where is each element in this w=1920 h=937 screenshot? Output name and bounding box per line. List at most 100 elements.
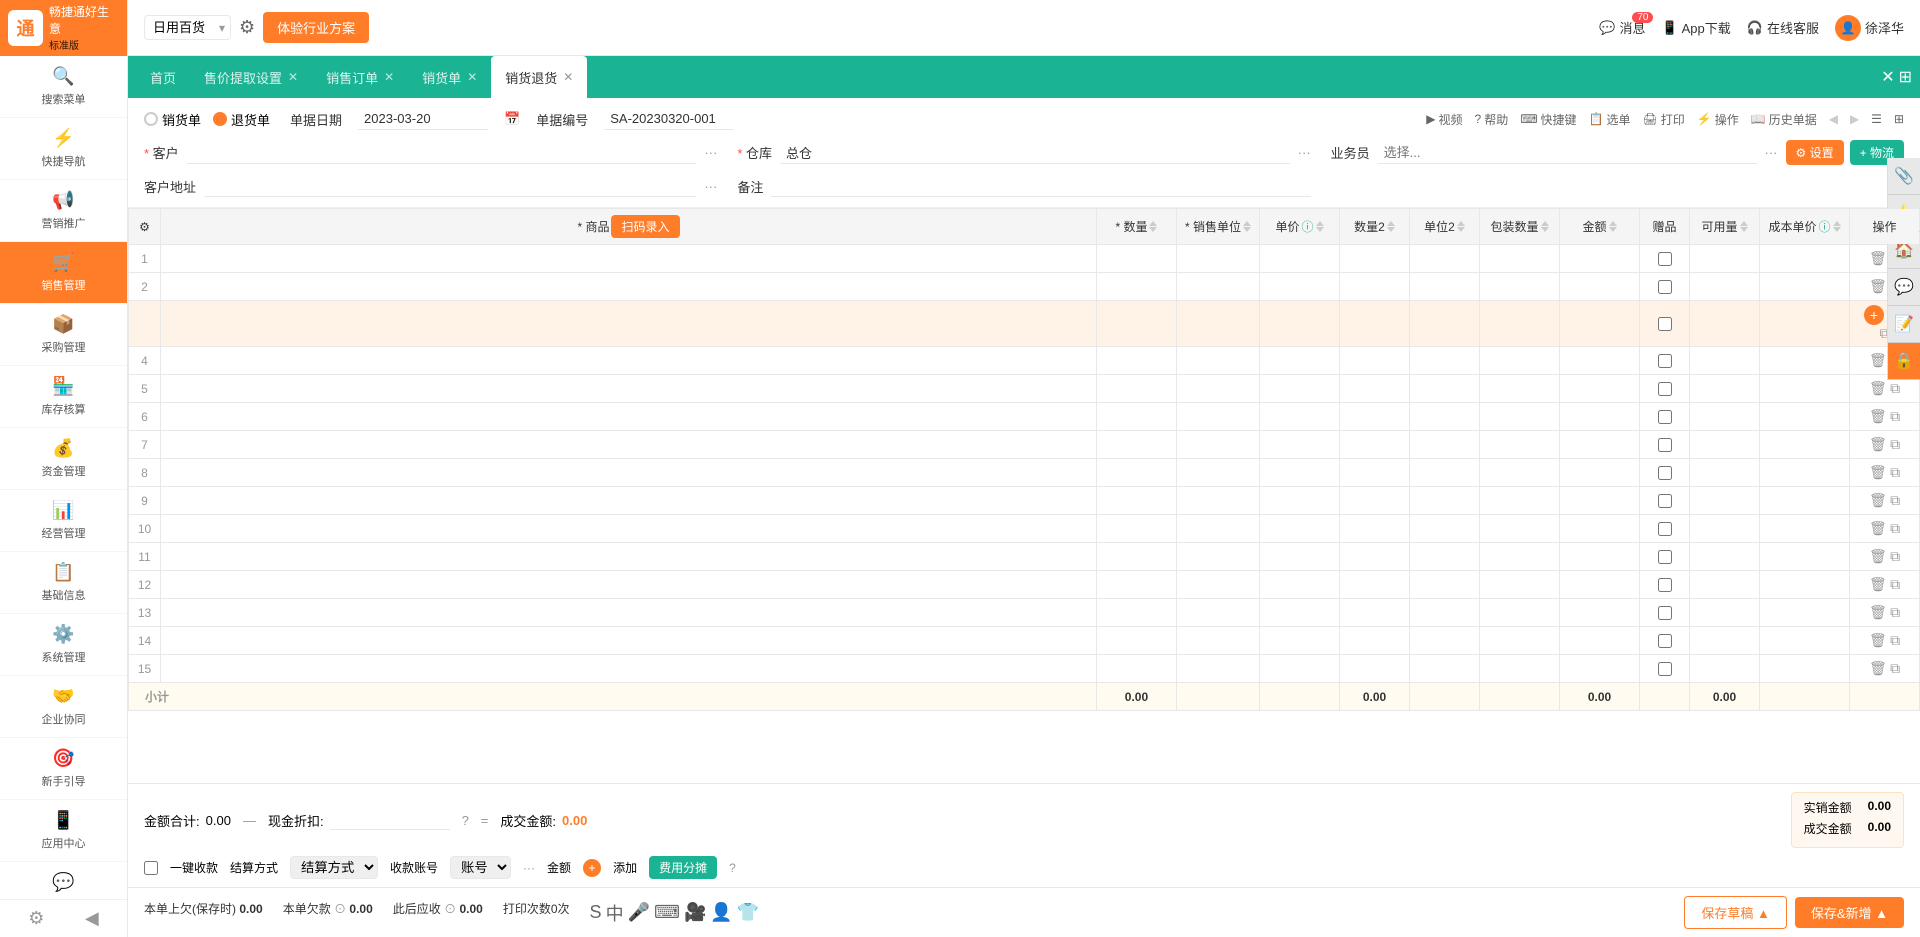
float-btn-5[interactable]: 📝 <box>1888 306 1920 343</box>
cell-unit2-3[interactable] <box>1410 301 1480 347</box>
copy-btn-5[interactable]: ⧉ <box>1890 380 1900 397</box>
cell-unit2-4[interactable] <box>1410 347 1480 375</box>
cell-cost-11[interactable] <box>1760 543 1850 571</box>
gift-checkbox-4[interactable] <box>1658 354 1672 368</box>
cell-avail-11[interactable] <box>1690 543 1760 571</box>
mic-btn[interactable]: 🎤 <box>628 902 650 923</box>
cell-unit2-6[interactable] <box>1410 403 1480 431</box>
cell-amount-6[interactable] <box>1560 403 1640 431</box>
cell-price-12[interactable] <box>1260 571 1340 599</box>
cell-unit-5[interactable] <box>1176 375 1259 403</box>
gift-checkbox-14[interactable] <box>1658 634 1672 648</box>
delete-btn-1[interactable]: 🗑 <box>1869 250 1887 267</box>
sidebar-collapse-btn[interactable]: ◀ <box>85 908 99 929</box>
copy-btn-10[interactable]: ⧉ <box>1890 520 1900 537</box>
add-row-btn-3[interactable]: + <box>1864 305 1884 325</box>
cell-qty2-4[interactable] <box>1340 347 1410 375</box>
cell-pack-14[interactable] <box>1480 627 1560 655</box>
cell-product-1[interactable] <box>161 245 1097 273</box>
cell-gift-5[interactable] <box>1640 375 1690 403</box>
message-badge[interactable]: 💬 消息 70 <box>1599 18 1645 37</box>
cell-unit-10[interactable] <box>1176 515 1259 543</box>
cell-unit2-10[interactable] <box>1410 515 1480 543</box>
cell-avail-6[interactable] <box>1690 403 1760 431</box>
cell-price-5[interactable] <box>1260 375 1340 403</box>
cost-info-icon[interactable]: ⓘ <box>1819 218 1831 235</box>
cell-qty2-12[interactable] <box>1340 571 1410 599</box>
gift-checkbox-12[interactable] <box>1658 578 1672 592</box>
cell-qty2-14[interactable] <box>1340 627 1410 655</box>
cell-unit2-5[interactable] <box>1410 375 1480 403</box>
cell-unit2-15[interactable] <box>1410 655 1480 683</box>
cell-gift-13[interactable] <box>1640 599 1690 627</box>
remark-input[interactable] <box>771 175 1310 197</box>
user-pin-btn[interactable]: 👤 <box>710 902 732 923</box>
cell-qty2-1[interactable] <box>1340 245 1410 273</box>
cell-pack-8[interactable] <box>1480 459 1560 487</box>
cell-qty2-8[interactable] <box>1340 459 1410 487</box>
delete-btn-8[interactable]: 🗑 <box>1869 464 1887 481</box>
cell-unit2-11[interactable] <box>1410 543 1480 571</box>
discount-input[interactable] <box>330 810 450 830</box>
radio-return[interactable]: 退货单 <box>213 110 270 129</box>
tab-sales-order-close[interactable]: ✕ <box>384 70 394 84</box>
cell-qty2-9[interactable] <box>1340 487 1410 515</box>
scan-btn[interactable]: 扫码录入 <box>611 215 679 238</box>
add-btn[interactable]: + <box>583 859 601 877</box>
sidebar-item-inventory[interactable]: 🏪 库存核算 <box>0 366 127 428</box>
tab-delivery-close[interactable]: ✕ <box>467 70 477 84</box>
gift-checkbox-2[interactable] <box>1658 280 1672 294</box>
cell-unit-4[interactable] <box>1176 347 1259 375</box>
cell-qty-5[interactable] <box>1096 375 1176 403</box>
cell-avail-15[interactable] <box>1690 655 1760 683</box>
cell-price-14[interactable] <box>1260 627 1340 655</box>
cell-avail-7[interactable] <box>1690 431 1760 459</box>
copy-btn-8[interactable]: ⧉ <box>1890 464 1900 481</box>
gift-checkbox-9[interactable] <box>1658 494 1672 508</box>
calc-method-select[interactable]: 结算方式 <box>290 856 378 879</box>
cell-product-10[interactable] <box>161 515 1097 543</box>
delete-btn-7[interactable]: 🗑 <box>1869 436 1887 453</box>
cell-avail-13[interactable] <box>1690 599 1760 627</box>
cell-cost-9[interactable] <box>1760 487 1850 515</box>
cell-unit-6[interactable] <box>1176 403 1259 431</box>
cell-qty-12[interactable] <box>1096 571 1176 599</box>
cell-pack-11[interactable] <box>1480 543 1560 571</box>
sidebar-item-operation[interactable]: 📊 经营管理 <box>0 490 127 552</box>
sidebar-item-guide[interactable]: 🎯 新手引导 <box>0 738 127 800</box>
cell-price-11[interactable] <box>1260 543 1340 571</box>
gift-checkbox-6[interactable] <box>1658 410 1672 424</box>
cell-gift-15[interactable] <box>1640 655 1690 683</box>
delete-btn-2[interactable]: 🗑 <box>1869 278 1887 295</box>
cell-product-14[interactable] <box>161 627 1097 655</box>
cell-avail-4[interactable] <box>1690 347 1760 375</box>
cell-gift-4[interactable] <box>1640 347 1690 375</box>
cell-amount-8[interactable] <box>1560 459 1640 487</box>
delete-btn-13[interactable]: 🗑 <box>1869 604 1887 621</box>
cell-amount-14[interactable] <box>1560 627 1640 655</box>
cell-qty-10[interactable] <box>1096 515 1176 543</box>
cell-product-9[interactable] <box>161 487 1097 515</box>
sidebar-item-marketing[interactable]: 📢 营销推广 <box>0 180 127 242</box>
cell-amount-4[interactable] <box>1560 347 1640 375</box>
cell-product-7[interactable] <box>161 431 1097 459</box>
cell-price-6[interactable] <box>1260 403 1340 431</box>
copy-btn-14[interactable]: ⧉ <box>1890 632 1900 649</box>
cell-cost-1[interactable] <box>1760 245 1850 273</box>
cell-cost-2[interactable] <box>1760 273 1850 301</box>
sidebar-settings-btn[interactable]: ⚙ <box>28 908 44 929</box>
delete-btn-14[interactable]: 🗑 <box>1869 632 1887 649</box>
delete-btn-9[interactable]: 🗑 <box>1869 492 1887 509</box>
gift-checkbox-3[interactable] <box>1658 317 1672 331</box>
float-btn-4[interactable]: 💬 <box>1888 269 1920 306</box>
online-service[interactable]: 🎧 在线客服 <box>1747 18 1819 37</box>
sidebar-item-system[interactable]: ⚙️ 系统管理 <box>0 614 127 676</box>
cell-unit2-2[interactable] <box>1410 273 1480 301</box>
cell-qty-2[interactable] <box>1096 273 1176 301</box>
warehouse-input[interactable] <box>780 142 1290 164</box>
fee-btn[interactable]: 费用分摊 <box>649 856 717 879</box>
cell-pack-5[interactable] <box>1480 375 1560 403</box>
product-input-3[interactable] <box>169 317 1088 331</box>
cell-product-3[interactable] <box>161 301 1097 347</box>
cell-unit2-12[interactable] <box>1410 571 1480 599</box>
